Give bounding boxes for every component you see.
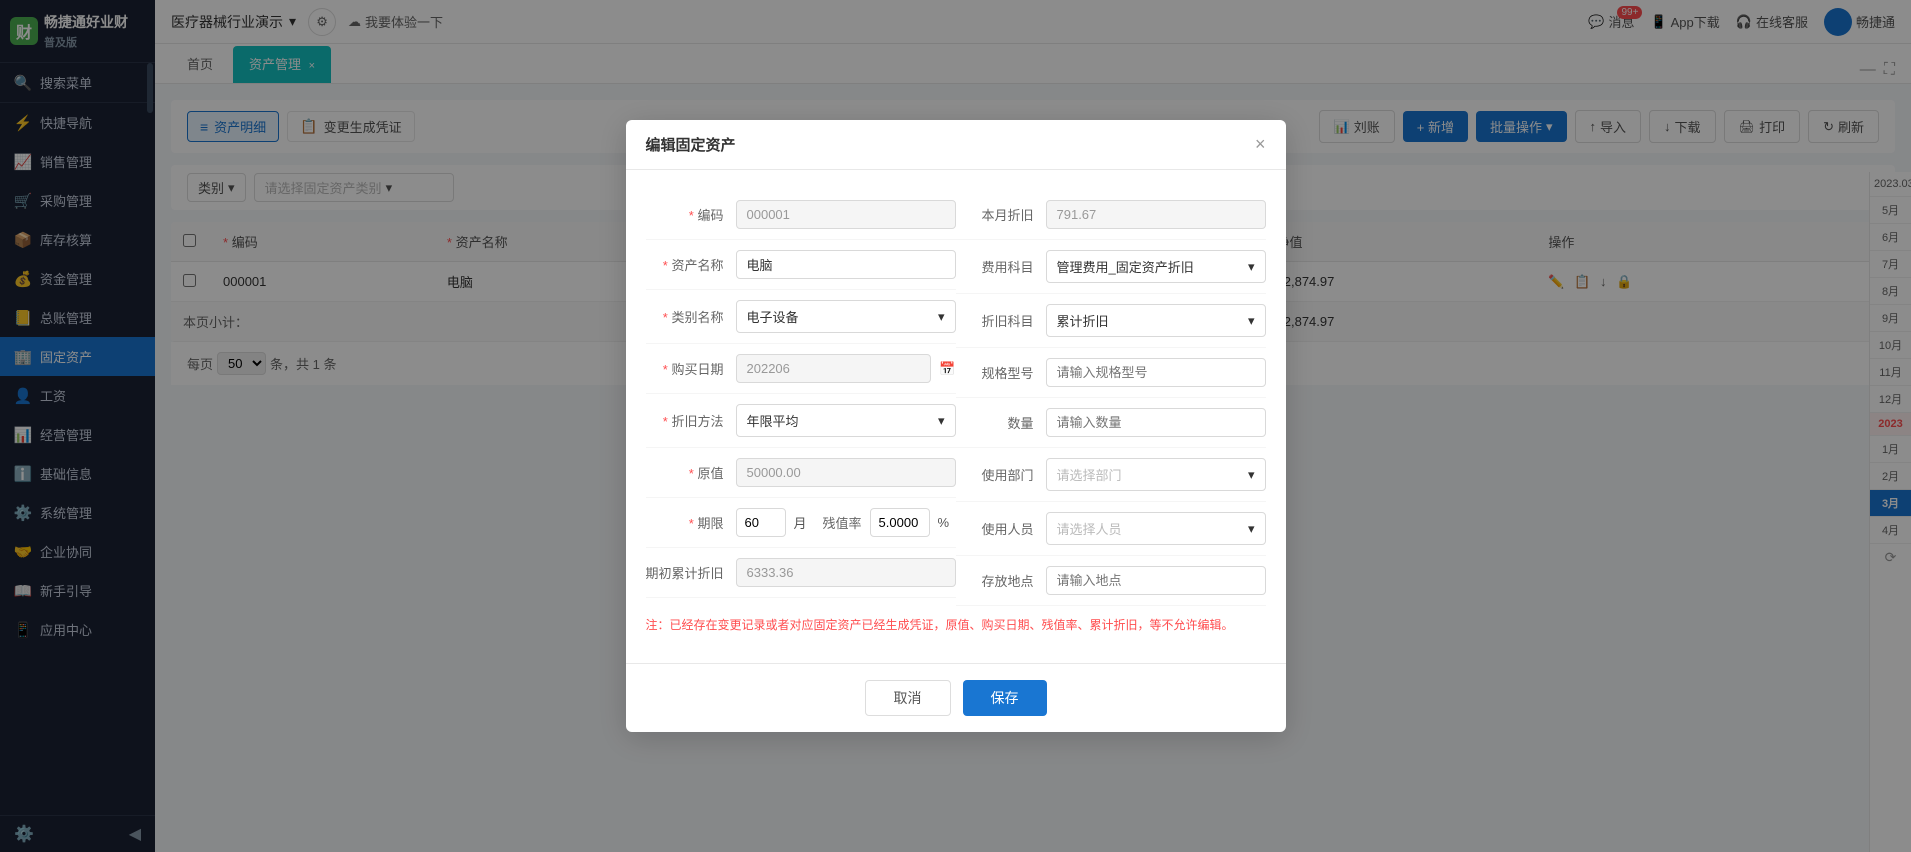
purchase-date-field: 📅 [736, 354, 956, 383]
form-right: 本月折旧 费用科目 管理费用_固定资产折旧 ▾ 折旧科目 [956, 190, 1266, 606]
quantity-label: 数量 [956, 413, 1046, 432]
name-label: * 资产名称 [646, 255, 736, 274]
residual-rate-label: 残值率 [823, 513, 862, 532]
department-placeholder: 请选择部门 [1057, 465, 1122, 484]
code-input[interactable] [736, 200, 956, 229]
form-row-department: 使用部门 请选择部门 ▾ [956, 448, 1266, 502]
form-row-monthly-dep: 本月折旧 [956, 190, 1266, 240]
form-row-category: * 类别名称 电子设备 ▾ [646, 290, 956, 344]
accum-depreciation-label: 期初累计折旧 [646, 563, 736, 582]
monthly-dep-label: 本月折旧 [956, 205, 1046, 224]
category-label: * 类别名称 [646, 307, 736, 326]
calendar-icon[interactable]: 📅 [939, 361, 955, 377]
person-placeholder: 请选择人员 [1057, 519, 1122, 538]
monthly-dep-input[interactable] [1046, 200, 1266, 229]
residual-rate-unit: % [938, 515, 950, 530]
chevron-down-icon: ▾ [1248, 313, 1255, 329]
cancel-label: 取消 [894, 690, 922, 706]
depreciation-method-value: 年限平均 [747, 411, 799, 430]
purchase-date-label: * 购买日期 [646, 359, 736, 378]
save-button[interactable]: 保存 [963, 680, 1047, 716]
category-value: 电子设备 [747, 307, 799, 326]
original-value-input[interactable] [736, 458, 956, 487]
purchase-date-input[interactable] [736, 354, 932, 383]
form-row-purchase-date: * 购买日期 📅 [646, 344, 956, 394]
form-row-name: * 资产名称 [646, 240, 956, 290]
form-row-accum-depreciation: 期初累计折旧 [646, 548, 956, 598]
period-input[interactable] [736, 508, 786, 537]
edit-fixed-asset-modal: 编辑固定资产 × * 编码 * 资产名称 [626, 120, 1286, 732]
name-input[interactable] [736, 250, 956, 279]
chevron-down-icon: ▾ [1248, 521, 1255, 537]
modal-close-button[interactable]: × [1255, 134, 1266, 155]
form-row-expense-account: 费用科目 管理费用_固定资产折旧 ▾ [956, 240, 1266, 294]
form-grid: * 编码 * 资产名称 * 类别名称 [646, 190, 1266, 643]
depreciation-method-select[interactable]: 年限平均 ▾ [736, 404, 956, 437]
form-row-depreciation-method: * 折旧方法 年限平均 ▾ [646, 394, 956, 448]
category-select[interactable]: 电子设备 ▾ [736, 300, 956, 333]
department-select[interactable]: 请选择部门 ▾ [1046, 458, 1266, 491]
chevron-down-icon: ▾ [1248, 259, 1255, 275]
expense-account-label: 费用科目 [956, 257, 1046, 276]
form-row-period: * 期限 月 残值率 % [646, 498, 956, 548]
form-row-dep-account: 折旧科目 累计折旧 ▾ [956, 294, 1266, 348]
form-row-original-value: * 原值 [646, 448, 956, 498]
cancel-button[interactable]: 取消 [865, 680, 951, 716]
location-label: 存放地点 [956, 571, 1046, 590]
form-left: * 编码 * 资产名称 * 类别名称 [646, 190, 956, 606]
modal-footer: 取消 保存 [626, 663, 1286, 732]
dep-account-label: 折旧科目 [956, 311, 1046, 330]
modal-header: 编辑固定资产 × [626, 120, 1286, 170]
chevron-down-icon: ▾ [938, 413, 945, 429]
model-label: 规格型号 [956, 363, 1046, 382]
save-label: 保存 [991, 690, 1019, 706]
person-select[interactable]: 请选择人员 ▾ [1046, 512, 1266, 545]
form-row-code: * 编码 [646, 190, 956, 240]
dep-account-value: 累计折旧 [1057, 311, 1109, 330]
code-label: * 编码 [646, 205, 736, 224]
expense-account-value: 管理费用_固定资产折旧 [1057, 257, 1194, 276]
residual-rate-input[interactable] [870, 508, 930, 537]
form-row-model: 规格型号 [956, 348, 1266, 398]
form-row-person: 使用人员 请选择人员 ▾ [956, 502, 1266, 556]
form-row-location: 存放地点 [956, 556, 1266, 606]
period-label: * 期限 [646, 513, 736, 532]
chevron-down-icon: ▾ [1248, 467, 1255, 483]
person-label: 使用人员 [956, 519, 1046, 538]
quantity-input[interactable] [1046, 408, 1266, 437]
depreciation-method-label: * 折旧方法 [646, 411, 736, 430]
dep-account-select[interactable]: 累计折旧 ▾ [1046, 304, 1266, 337]
form-note: 注：已经存在变更记录或者对应固定资产已经生成凭证，原值、购买日期、残值率、累计折… [646, 606, 1266, 643]
modal-title: 编辑固定资产 [646, 134, 736, 155]
original-value-label: * 原值 [646, 463, 736, 482]
department-label: 使用部门 [956, 465, 1046, 484]
form-row-quantity: 数量 [956, 398, 1266, 448]
model-input[interactable] [1046, 358, 1266, 387]
accum-depreciation-input[interactable] [736, 558, 956, 587]
period-field: 月 残值率 % [736, 508, 956, 537]
expense-account-select[interactable]: 管理费用_固定资产折旧 ▾ [1046, 250, 1266, 283]
chevron-down-icon: ▾ [938, 309, 945, 325]
modal-overlay[interactable]: 编辑固定资产 × * 编码 * 资产名称 [0, 0, 1911, 852]
form-note-text: 注：已经存在变更记录或者对应固定资产已经生成凭证，原值、购买日期、残值率、累计折… [646, 618, 1234, 632]
period-unit: 月 [794, 513, 807, 532]
modal-body: * 编码 * 资产名称 * 类别名称 [626, 170, 1286, 663]
location-input[interactable] [1046, 566, 1266, 595]
